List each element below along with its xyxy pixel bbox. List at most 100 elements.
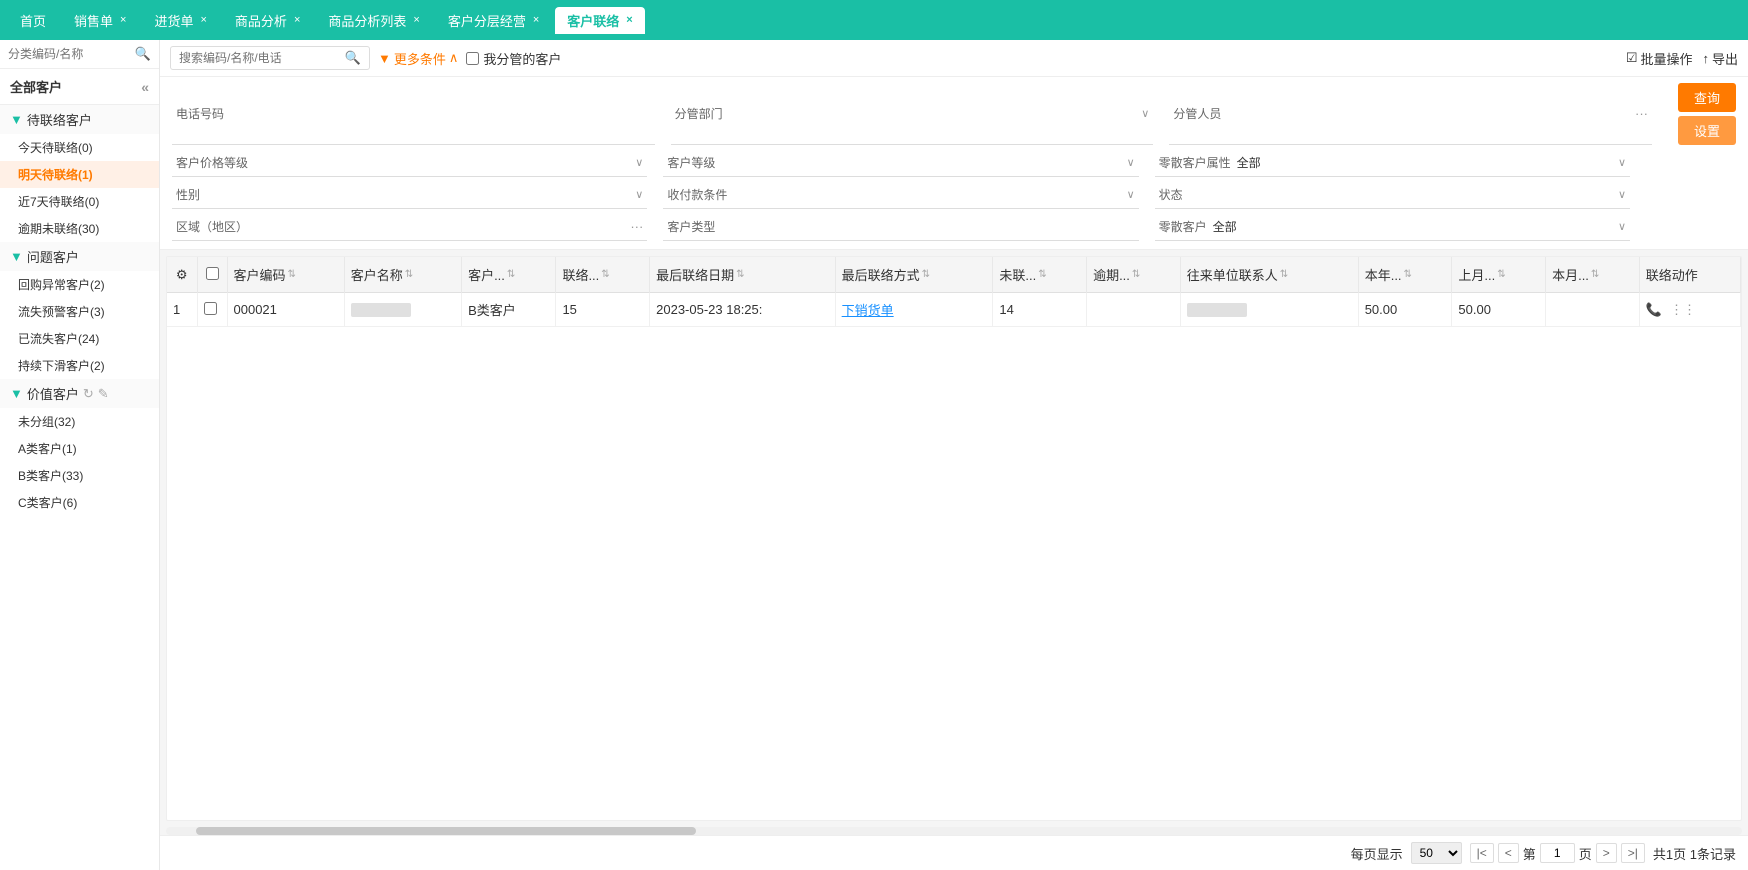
sidebar-search-input[interactable] [8,47,131,61]
search-icon[interactable]: 🔍 [345,50,361,66]
sidebar-group-value[interactable]: ▼ 价值客户 ↻ ✎ [0,379,159,408]
th-last-month: 上月... ⇅ [1452,257,1546,293]
nav-home[interactable]: 首页 [8,7,58,34]
filter-region: 区域（地区） ··· [172,213,647,241]
sort-overdue-icon[interactable]: ⇅ [1132,269,1140,280]
sidebar-item-churn-warning[interactable]: 流失预警客户(3) [0,298,159,325]
sidebar-item-today[interactable]: 今天待联络(0) [0,134,159,161]
th-unit-contact: 往来单位联系人 ⇅ [1180,257,1358,293]
sidebar-search-icon[interactable]: 🔍 [135,46,151,62]
nav-item-customer-contact[interactable]: 客户联络 × [555,7,644,34]
action-phone-icon[interactable]: 📞 [1646,302,1662,318]
sort-category-icon[interactable]: ⇅ [507,269,515,280]
toolbar: 🔍 ▼ 更多条件 ∧ 我分管的客户 ☑ 批量操作 ↑ 导出 [160,40,1748,77]
prev-page-btn[interactable]: < [1498,843,1519,863]
sidebar-item-7days[interactable]: 近7天待联络(0) [0,188,159,215]
sidebar-item-overdue[interactable]: 逾期未联络(30) [0,215,159,242]
sort-lmonth-icon[interactable]: ⇅ [1497,269,1505,280]
value-edit-icon[interactable]: ✎ [98,386,109,402]
horizontal-scrollbar[interactable] [166,827,1742,835]
sort-year-icon[interactable]: ⇅ [1404,269,1412,280]
value-refresh-icon[interactable]: ↻ [83,386,94,402]
close-purchase-icon[interactable]: × [200,14,206,26]
gender-arrow[interactable]: ∨ [635,188,643,201]
sidebar-item-declining[interactable]: 持续下滑客户(2) [0,352,159,379]
scrollbar-thumb[interactable] [196,827,696,835]
td-uncontacted: 14 [993,293,1087,327]
td-name [344,293,461,327]
sidebar-collapse-icon[interactable]: « [141,79,149,95]
sort-uncontacted-icon[interactable]: ⇅ [1038,269,1046,280]
sort-method-icon[interactable]: ⇅ [922,269,930,280]
select-all-checkbox[interactable] [206,267,219,280]
td-last-contact-method[interactable]: 下销货单 [835,293,993,327]
nav-item-purchase[interactable]: 进货单 × [142,7,218,34]
row-checkbox[interactable] [204,302,217,315]
sort-name-icon[interactable]: ⇅ [405,269,413,280]
retail-attr-arrow[interactable]: ∨ [1618,156,1626,169]
close-analysis-list-icon[interactable]: × [413,14,419,26]
td-last-contact-date: 2023-05-23 18:25: [650,293,836,327]
retail-customer-arrow[interactable]: ∨ [1618,220,1626,233]
close-analysis-icon[interactable]: × [294,14,300,26]
blurred-name [351,303,411,317]
manager-dots-icon[interactable]: ··· [1635,106,1648,121]
th-settings[interactable]: ⚙ [167,257,197,293]
action-more-icon[interactable]: ⋮⋮ [1670,302,1696,318]
region-dots-icon[interactable]: ··· [630,219,643,234]
th-check[interactable] [197,257,227,293]
query-button[interactable]: 查询 [1678,83,1736,112]
status-arrow[interactable]: ∨ [1618,188,1626,201]
td-checkbox[interactable] [197,293,227,327]
sidebar-group-pending[interactable]: ▼ 待联络客户 [0,105,159,134]
sort-month-icon[interactable]: ⇅ [1591,269,1599,280]
sidebar-item-tomorrow[interactable]: 明天待联络(1) [0,161,159,188]
sort-unit-icon[interactable]: ⇅ [1280,269,1288,280]
sort-contacts-icon[interactable]: ⇅ [601,269,609,280]
sidebar-all-customers[interactable]: 全部客户 « [0,69,159,105]
sidebar: 🔍 全部客户 « ▼ 待联络客户 今天待联络(0) 明天待联络(1) 近7天待联… [0,40,160,870]
payment-arrow[interactable]: ∨ [1127,188,1135,201]
nav-item-customer-stratify[interactable]: 客户分层经营 × [436,7,551,34]
sidebar-item-c-class[interactable]: C类客户(6) [0,489,159,516]
page-input[interactable] [1540,843,1575,863]
batch-ops-btn[interactable]: ☑ 批量操作 [1626,49,1693,68]
customer-level-arrow[interactable]: ∨ [1127,156,1135,169]
per-page-select[interactable]: 50 100 200 [1411,842,1462,864]
region-label: 区域（地区） [176,218,248,235]
nav-item-sales[interactable]: 销售单 × [62,7,138,34]
last-contact-link[interactable]: 下销货单 [842,303,894,318]
th-category: 客户... ⇅ [462,257,556,293]
settings-icon[interactable]: ⚙ [176,267,188,282]
nav-item-analysis-list[interactable]: 商品分析列表 × [316,7,431,34]
nav-item-analysis[interactable]: 商品分析 × [223,7,312,34]
close-contact-icon[interactable]: × [626,14,632,26]
group-arrow-pending: ▼ [10,112,23,127]
last-page-btn[interactable]: >| [1621,843,1645,863]
sidebar-item-churned[interactable]: 已流失客户(24) [0,325,159,352]
page-label: 第 [1523,844,1536,863]
sidebar-item-repurchase-abnormal[interactable]: 回购异常客户(2) [0,271,159,298]
export-btn[interactable]: ↑ 导出 [1702,49,1738,68]
sidebar-item-b-class[interactable]: B类客户(33) [0,462,159,489]
th-last-contact-method: 最后联络方式 ⇅ [835,257,993,293]
next-page-btn[interactable]: > [1596,843,1617,863]
dept-arrow-icon[interactable]: ∨ [1141,107,1149,120]
filter-icon: ▼ [378,51,391,66]
search-input[interactable] [179,51,345,65]
customer-type-label: 客户类型 [667,218,715,235]
retail-customer-label: 零散客户 [1159,218,1207,235]
first-page-btn[interactable]: |< [1470,843,1494,863]
sort-code-icon[interactable]: ⇅ [288,269,296,280]
close-sales-icon[interactable]: × [120,14,126,26]
th-action: 联络动作 [1639,257,1740,293]
sidebar-item-a-class[interactable]: A类客户(1) [0,435,159,462]
sort-date-icon[interactable]: ⇅ [736,269,744,280]
set-button[interactable]: 设置 [1678,116,1736,145]
sidebar-item-ungrouped[interactable]: 未分组(32) [0,408,159,435]
sidebar-group-problem[interactable]: ▼ 问题客户 [0,242,159,271]
more-conditions-btn[interactable]: ▼ 更多条件 ∧ [378,49,458,68]
my-customers-checkbox[interactable] [466,52,479,65]
price-level-arrow[interactable]: ∨ [635,156,643,169]
close-stratify-icon[interactable]: × [533,14,539,26]
